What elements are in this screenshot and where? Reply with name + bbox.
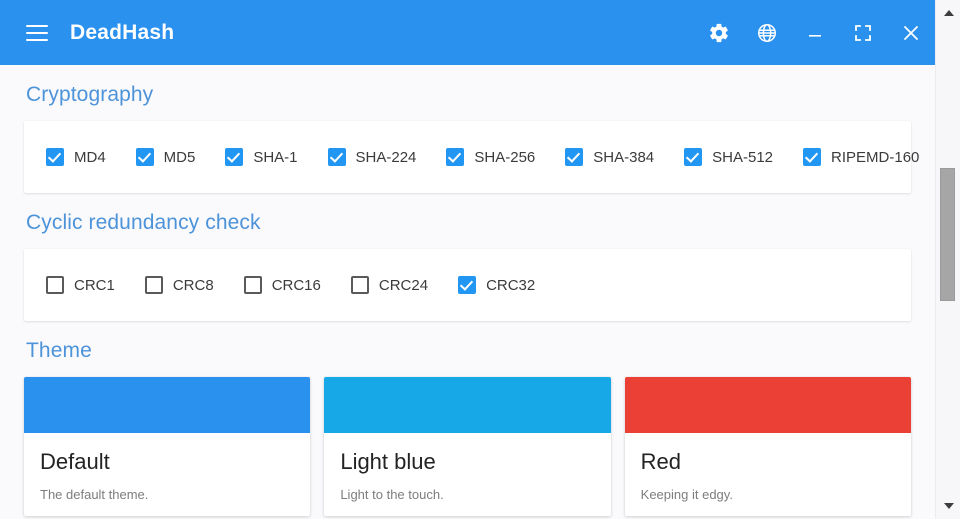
minimize-icon [809, 34, 821, 37]
checkbox-unchecked-icon[interactable] [144, 276, 163, 294]
checkbox-unchecked-icon[interactable] [243, 276, 262, 294]
close-icon [904, 25, 918, 40]
checkbox-item-sha-224[interactable]: SHA-224 [327, 148, 417, 166]
checkbox-checked-icon[interactable] [46, 148, 64, 166]
section-title-crc: Cyclic redundancy check [26, 211, 261, 234]
checkbox-unchecked-icon[interactable] [350, 276, 369, 294]
hamburger-bar [26, 38, 48, 41]
checkbox-checked-icon[interactable] [803, 148, 822, 166]
settings-button[interactable] [695, 9, 743, 57]
close-button[interactable] [887, 9, 935, 57]
checkbox-item-md4[interactable]: MD4 [46, 148, 106, 166]
checkbox-label: SHA-384 [593, 148, 655, 166]
settings-content: Cryptography MD4 MD5 SHA-1 SHA-224 SHA-256 SH… [0, 65, 935, 519]
checkbox-label: RIPEMD-160 [831, 148, 920, 166]
theme-card-description: Light to the touch. [340, 487, 444, 502]
globe-icon [758, 23, 776, 42]
app-window: DeadHash Cryptography MD4 MD5 SHA-1 SHA-… [0, 0, 960, 519]
checkbox-label: SHA-1 [253, 148, 298, 166]
section-title-cryptography: Cryptography [26, 83, 154, 106]
theme-card-title: Default [40, 449, 110, 474]
checkbox-label: CRC8 [172, 276, 214, 294]
theme-card-title: Red [640, 449, 682, 474]
theme-card-default[interactable]: Default The default theme. [24, 377, 311, 516]
theme-card-list: Default The default theme. Light blue Light… [24, 377, 911, 516]
fullscreen-icon [855, 24, 871, 41]
theme-color-swatch [324, 377, 611, 433]
section-title-theme: Theme [26, 339, 92, 362]
checkbox-label: CRC32 [486, 276, 536, 294]
checkbox-unchecked-icon[interactable] [46, 276, 64, 294]
checkbox-checked-icon[interactable] [135, 148, 154, 166]
checkbox-checked-icon[interactable] [446, 148, 465, 166]
checkbox-label: SHA-512 [712, 148, 774, 166]
checkbox-label: SHA-256 [474, 148, 536, 166]
theme-card-body: Default The default theme. [24, 433, 310, 516]
theme-color-swatch [624, 377, 911, 433]
checkbox-item-crc24[interactable]: CRC24 [350, 276, 429, 294]
checkbox-item-crc32[interactable]: CRC32 [458, 276, 535, 294]
checkbox-item-sha-384[interactable]: SHA-384 [565, 148, 654, 166]
checkbox-checked-icon[interactable] [327, 148, 346, 166]
checkbox-item-crc1[interactable]: CRC1 [46, 276, 115, 294]
language-button[interactable] [743, 9, 791, 57]
checkbox-item-md5[interactable]: MD5 [135, 148, 196, 166]
checkbox-checked-icon[interactable] [458, 276, 477, 294]
theme-card-body: Light blue Light to the touch. [324, 433, 610, 516]
scroll-down-arrow-icon [943, 503, 954, 509]
checkbox-checked-icon[interactable] [225, 148, 244, 166]
checkbox-item-sha-512[interactable]: SHA-512 [684, 148, 773, 166]
checkbox-label: CRC1 [74, 276, 115, 294]
window-controls [695, 9, 935, 57]
theme-color-swatch [24, 377, 311, 433]
theme-card-red[interactable]: Red Keeping it edgy. [624, 377, 911, 516]
theme-card-body: Red Keeping it edgy. [625, 433, 911, 516]
title-bar: DeadHash [0, 0, 935, 65]
maximize-button[interactable] [839, 9, 887, 57]
checkbox-label: CRC16 [271, 276, 321, 294]
theme-card-description: Keeping it edgy. [640, 487, 733, 502]
scroll-up-arrow-icon [943, 10, 954, 16]
checkbox-checked-icon[interactable] [684, 148, 703, 166]
scrollbar-thumb[interactable] [940, 168, 955, 301]
checkbox-label: SHA-224 [355, 148, 417, 166]
crc-checkbox-row: CRC1 CRC8 CRC16 CRC24 CRC32 [24, 249, 911, 321]
checkbox-checked-icon[interactable] [565, 148, 584, 166]
theme-card-light-blue[interactable]: Light blue Light to the touch. [324, 377, 611, 516]
cryptography-card: MD4 MD5 SHA-1 SHA-224 SHA-256 SHA-384 SHA-512 R… [24, 121, 919, 193]
checkbox-item-sha-256[interactable]: SHA-256 [446, 148, 535, 166]
theme-card-title: Light blue [340, 449, 436, 474]
app-title: DeadHash [70, 20, 175, 44]
vertical-scrollbar[interactable] [935, 0, 960, 519]
minimize-button[interactable] [791, 9, 839, 57]
hamburger-bar [26, 31, 48, 34]
checkbox-label: CRC24 [378, 276, 429, 294]
checkbox-item-crc8[interactable]: CRC8 [144, 276, 214, 294]
crc-card: CRC1 CRC8 CRC16 CRC24 CRC32 [24, 249, 911, 321]
cryptography-checkbox-row: MD4 MD5 SHA-1 SHA-224 SHA-256 SHA-384 SHA-512 R… [24, 121, 919, 193]
gear-icon [710, 23, 728, 42]
checkbox-item-sha-1[interactable]: SHA-1 [225, 148, 298, 166]
hamburger-icon[interactable] [26, 24, 48, 41]
theme-card-description: The default theme. [40, 487, 149, 502]
scroll-up-button[interactable] [936, 2, 960, 24]
checkbox-item-ripemd-160[interactable]: RIPEMD-160 [803, 148, 919, 166]
checkbox-item-crc16[interactable]: CRC16 [243, 276, 321, 294]
checkbox-label: MD5 [163, 148, 196, 166]
hamburger-bar [26, 24, 48, 27]
scroll-down-button[interactable] [936, 495, 960, 517]
checkbox-label: MD4 [74, 148, 106, 166]
